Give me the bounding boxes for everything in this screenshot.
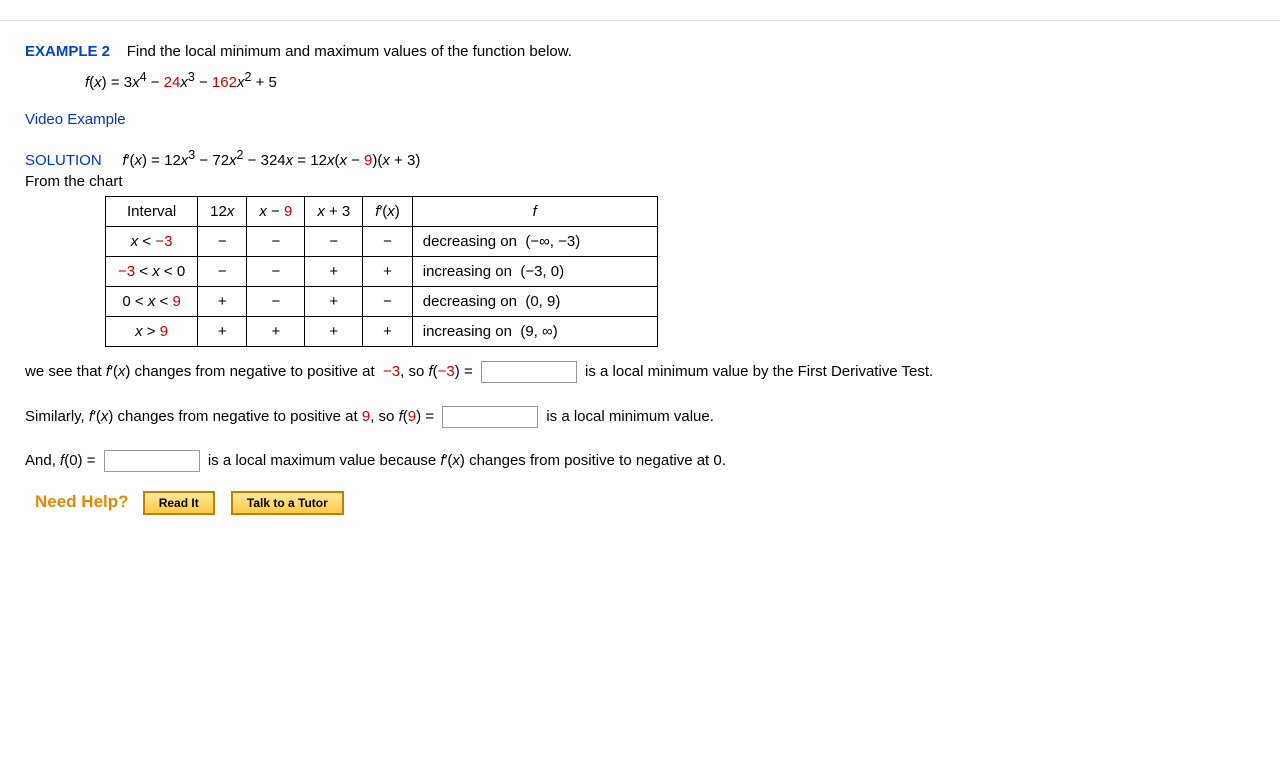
table-row: 0 < x < 9 + − + − decreasing on (0, 9) — [106, 287, 658, 317]
example-prompt: Find the local minimum and maximum value… — [127, 43, 572, 60]
answer-input-1[interactable] — [481, 361, 577, 383]
answer-input-3[interactable] — [104, 450, 200, 472]
table-header-row: Interval 12x x − 9 x + 3 f′(x) f — [106, 197, 658, 227]
col-f: f — [412, 197, 657, 227]
col-12x: 12x — [198, 197, 247, 227]
from-chart-text: From the chart — [25, 173, 1255, 190]
sign-chart-table: Interval 12x x − 9 x + 3 f′(x) f x < −3 … — [105, 196, 658, 347]
table-row: x > 9 + + + + increasing on (9, ∞) — [106, 317, 658, 347]
col-x-plus-3: x + 3 — [305, 197, 363, 227]
para-first-derivative: we see that f′(x) changes from negative … — [25, 361, 1255, 384]
read-it-button[interactable]: Read It — [143, 491, 215, 515]
solution-label: SOLUTION — [25, 152, 102, 169]
table-row: −3 < x < 0 − − + + increasing on (−3, 0) — [106, 257, 658, 287]
top-divider — [0, 20, 1280, 21]
col-x-minus-9: x − 9 — [247, 197, 305, 227]
para-second: Similarly, f′(x) changes from negative t… — [25, 406, 1255, 429]
video-example-link[interactable]: Video Example — [25, 111, 1255, 128]
para-third: And, f(0) = is a local maximum value bec… — [25, 450, 1255, 473]
example-heading: EXAMPLE 2 Find the local minimum and max… — [25, 43, 1255, 60]
talk-to-tutor-button[interactable]: Talk to a Tutor — [231, 491, 344, 515]
need-help-row: Need Help? Read It Talk to a Tutor — [35, 491, 1255, 515]
solution-line: SOLUTION f′(x) = 12x3 − 72x2 − 324x = 12… — [25, 148, 1255, 169]
table-row: x < −3 − − − − decreasing on (−∞, −3) — [106, 227, 658, 257]
need-help-label: Need Help? — [35, 492, 129, 511]
function-equation: f(x) = 3x4 − 24x3 − 162x2 + 5 — [85, 70, 1255, 91]
col-fprime: f′(x) — [363, 197, 412, 227]
answer-input-2[interactable] — [442, 406, 538, 428]
col-interval: Interval — [106, 197, 198, 227]
example-label: EXAMPLE 2 — [25, 43, 110, 60]
